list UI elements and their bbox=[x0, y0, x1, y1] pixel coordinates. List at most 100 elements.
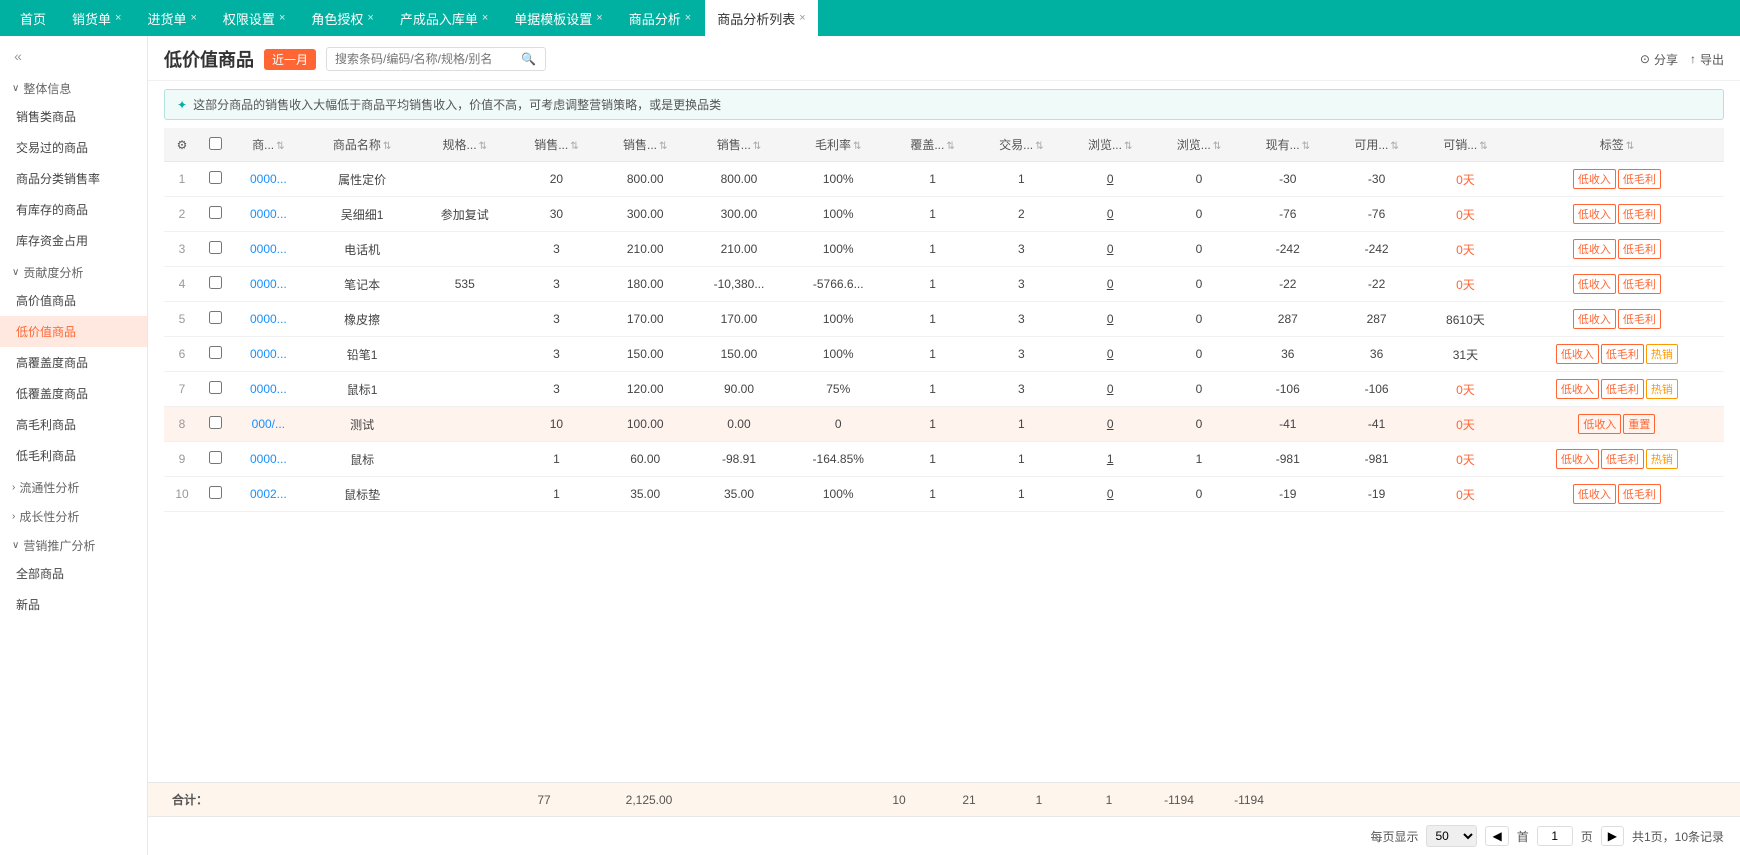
row-checkbox[interactable] bbox=[209, 451, 222, 464]
export-btn[interactable]: ↑ 导出 bbox=[1690, 51, 1724, 68]
sidebar-group-contribution[interactable]: ∨ 贡献度分析 bbox=[0, 256, 147, 285]
summary-browse1: 1 bbox=[1004, 793, 1074, 807]
nav-close-warehouse[interactable]: × bbox=[482, 12, 488, 24]
row-checkbox[interactable] bbox=[209, 206, 222, 219]
row-checkbox[interactable] bbox=[209, 241, 222, 254]
cell-check[interactable] bbox=[200, 232, 230, 267]
cell-days: 31天 bbox=[1421, 337, 1510, 372]
cell-check[interactable] bbox=[200, 477, 230, 512]
cell-browse2: 0 bbox=[1155, 372, 1244, 407]
nav-close-analysis[interactable]: × bbox=[685, 12, 691, 24]
sidebar-item-low-value[interactable]: 低价值商品 bbox=[0, 316, 147, 347]
sidebar-item-sales-products[interactable]: 销售类商品 bbox=[0, 101, 147, 132]
row-checkbox[interactable] bbox=[209, 381, 222, 394]
row-checkbox[interactable] bbox=[209, 346, 222, 359]
cell-name: 笔记本 bbox=[307, 267, 418, 302]
cell-browse1: 1 bbox=[1066, 442, 1155, 477]
cell-sale3: 210.00 bbox=[690, 232, 789, 267]
cell-check[interactable] bbox=[200, 442, 230, 477]
cell-cover: 1 bbox=[888, 372, 977, 407]
row-checkbox[interactable] bbox=[209, 276, 222, 289]
select-all-checkbox[interactable] bbox=[209, 137, 222, 150]
cell-tags: 低收入低毛利热销 bbox=[1510, 442, 1724, 477]
nav-close-purchase[interactable]: × bbox=[190, 12, 196, 24]
row-checkbox[interactable] bbox=[209, 486, 222, 499]
cell-browse2: 0 bbox=[1155, 337, 1244, 372]
cell-check[interactable] bbox=[200, 337, 230, 372]
col-browse2: 浏览...⇅ bbox=[1155, 128, 1244, 162]
cell-spec bbox=[418, 302, 512, 337]
summary-trade: 21 bbox=[934, 793, 1004, 807]
cell-sale2: 180.00 bbox=[601, 267, 690, 302]
cell-stock: 287 bbox=[1243, 302, 1332, 337]
cell-sale2: 210.00 bbox=[601, 232, 690, 267]
row-checkbox[interactable] bbox=[209, 311, 222, 324]
search-icon[interactable]: 🔍 bbox=[521, 52, 536, 66]
sidebar-group-overall[interactable]: ∨ 整体信息 bbox=[0, 72, 147, 101]
row-checkbox[interactable] bbox=[209, 171, 222, 184]
cell-check[interactable] bbox=[200, 302, 230, 337]
first-page-btn[interactable]: ◀ bbox=[1485, 826, 1508, 846]
col-check-all[interactable] bbox=[200, 128, 230, 162]
cell-stock: -19 bbox=[1243, 477, 1332, 512]
cell-check[interactable] bbox=[200, 407, 230, 442]
nav-template[interactable]: 单据模板设置 × bbox=[502, 0, 614, 36]
cell-spec bbox=[418, 162, 512, 197]
nav-close-role[interactable]: × bbox=[367, 12, 373, 24]
cell-num: 8 bbox=[164, 407, 200, 442]
sidebar-item-stock-capital[interactable]: 库存资金占用 bbox=[0, 225, 147, 256]
cell-num: 9 bbox=[164, 442, 200, 477]
cell-days: 0天 bbox=[1421, 232, 1510, 267]
cell-check[interactable] bbox=[200, 267, 230, 302]
cell-check[interactable] bbox=[200, 162, 230, 197]
time-filter-btn[interactable]: 近一月 bbox=[264, 49, 316, 70]
cell-sale3: 150.00 bbox=[690, 337, 789, 372]
page-size-select[interactable]: 50 100 bbox=[1426, 825, 1477, 847]
nav-warehouse[interactable]: 产成品入库单 × bbox=[388, 0, 500, 36]
sidebar-item-low-profit[interactable]: 低毛利商品 bbox=[0, 440, 147, 471]
search-box: 🔍 bbox=[326, 47, 546, 71]
page-number-input[interactable] bbox=[1537, 826, 1573, 846]
sidebar-item-traded-products[interactable]: 交易过的商品 bbox=[0, 132, 147, 163]
nav-close-analysis-list[interactable]: × bbox=[799, 12, 805, 24]
cell-code: 0000... bbox=[230, 162, 307, 197]
nav-product-analysis-list[interactable]: 商品分析列表 × bbox=[705, 0, 817, 36]
sidebar-item-category-rate[interactable]: 商品分类销售率 bbox=[0, 163, 147, 194]
next-page-btn[interactable]: ▶ bbox=[1601, 826, 1624, 846]
sidebar-item-low-coverage[interactable]: 低覆盖度商品 bbox=[0, 378, 147, 409]
sidebar-item-high-value[interactable]: 高价值商品 bbox=[0, 285, 147, 316]
cell-trade: 1 bbox=[977, 442, 1066, 477]
sidebar-collapse-btn[interactable]: « bbox=[8, 44, 28, 68]
nav-role[interactable]: 角色授权 × bbox=[299, 0, 385, 36]
nav-sales-order[interactable]: 销货单 × bbox=[60, 0, 133, 36]
nav-permission[interactable]: 权限设置 × bbox=[211, 0, 297, 36]
share-btn[interactable]: ⊙ 分享 bbox=[1640, 51, 1678, 68]
sidebar-item-all-products[interactable]: 全部商品 bbox=[0, 558, 147, 589]
sidebar-item-new-products[interactable]: 新品 bbox=[0, 589, 147, 620]
col-name: 商品名称⇅ bbox=[307, 128, 418, 162]
top-nav: 首页 销货单 × 进货单 × 权限设置 × 角色授权 × 产成品入库单 × 单据… bbox=[0, 0, 1740, 36]
cell-cover: 1 bbox=[888, 477, 977, 512]
cell-tags: 低收入低毛利热销 bbox=[1510, 337, 1724, 372]
col-cover: 覆盖...⇅ bbox=[888, 128, 977, 162]
col-setting[interactable]: ⚙ bbox=[164, 128, 200, 162]
cell-margin: 100% bbox=[788, 477, 888, 512]
row-checkbox[interactable] bbox=[209, 416, 222, 429]
sidebar-item-high-profit[interactable]: 高毛利商品 bbox=[0, 409, 147, 440]
nav-close-sales[interactable]: × bbox=[115, 12, 121, 24]
nav-purchase[interactable]: 进货单 × bbox=[135, 0, 208, 36]
total-info: 共1页，10条记录 bbox=[1632, 828, 1724, 845]
cell-check[interactable] bbox=[200, 372, 230, 407]
cell-check[interactable] bbox=[200, 197, 230, 232]
sidebar-item-stock-products[interactable]: 有库存的商品 bbox=[0, 194, 147, 225]
nav-product-analysis[interactable]: 商品分析 × bbox=[617, 0, 703, 36]
nav-home[interactable]: 首页 bbox=[8, 0, 58, 36]
sidebar-group-circulation[interactable]: › 流通性分析 bbox=[0, 471, 147, 500]
search-input[interactable] bbox=[335, 52, 515, 66]
sidebar-group-marketing[interactable]: ∨ 营销推广分析 bbox=[0, 529, 147, 558]
nav-close-template[interactable]: × bbox=[596, 12, 602, 24]
sidebar-group-growth[interactable]: › 成长性分析 bbox=[0, 500, 147, 529]
nav-close-permission[interactable]: × bbox=[279, 12, 285, 24]
cell-name: 测试 bbox=[307, 407, 418, 442]
sidebar-item-high-coverage[interactable]: 高覆盖度商品 bbox=[0, 347, 147, 378]
